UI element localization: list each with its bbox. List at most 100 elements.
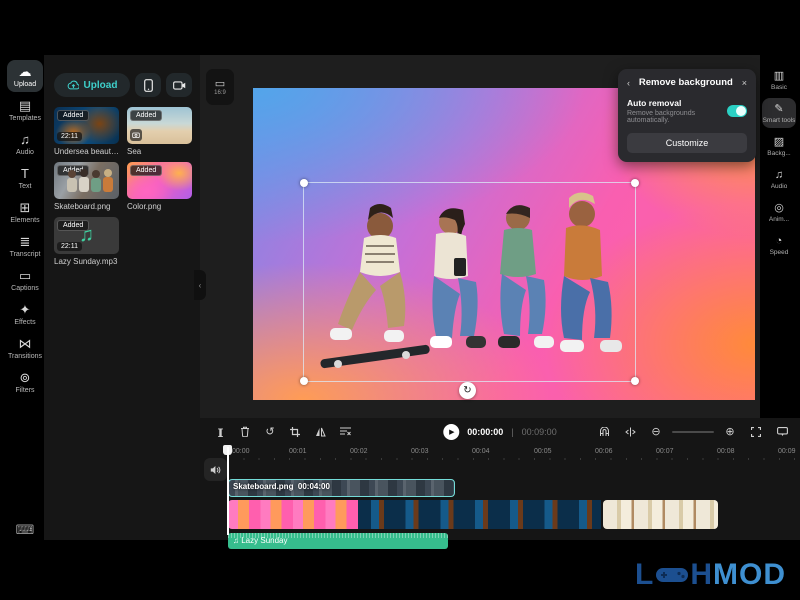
selection-box[interactable] xyxy=(300,179,639,385)
aspect-ratio-button[interactable]: ▭ 16:9 xyxy=(206,69,234,105)
clip-name: Skateboard.png xyxy=(233,482,294,491)
media-card-undersea[interactable]: Added 22:11 Undersea beauty.mp4 xyxy=(54,107,119,156)
clip-audio-lazy-sunday[interactable]: ♫ Lazy Sunday xyxy=(228,533,448,549)
crop-icon xyxy=(290,426,300,437)
remove-background-panel: ‹ Remove background × Auto removal Remov… xyxy=(618,69,756,162)
background-icon: ▨ xyxy=(773,136,785,148)
split-button[interactable]: ][ xyxy=(210,423,230,441)
clip-name: Lazy Sunday xyxy=(241,536,288,545)
sidebar-item-captions[interactable]: ▭ Captions xyxy=(7,264,43,296)
clip-duration: 00:04:00 xyxy=(297,482,330,491)
screen-ratio-icon: ▭ xyxy=(214,77,226,90)
resize-handle-bottom-right[interactable] xyxy=(631,377,639,385)
added-badge: Added xyxy=(130,110,163,121)
tab-background[interactable]: ▨ Backg... xyxy=(762,131,796,161)
media-card-skateboard[interactable]: Added Skateboard.png xyxy=(54,162,119,211)
timeline-toolbar: ][ ↺ ▶ 00:00:00 | 00:09:00 ⊖ ⊕ xyxy=(200,418,800,445)
tab-animation[interactable]: ◎ Anim... xyxy=(762,197,796,227)
upload-row: Upload xyxy=(54,73,192,97)
upload-from-phone-button[interactable] xyxy=(135,73,161,97)
zoom-in-button[interactable]: ⊕ xyxy=(720,423,740,441)
back-button[interactable]: ‹ xyxy=(627,78,630,88)
record-button[interactable] xyxy=(166,73,192,97)
panel-title: Remove background xyxy=(638,77,733,88)
panel-collapse-handle[interactable]: ‹ xyxy=(194,270,206,300)
audio-icon: ♫ xyxy=(20,132,30,147)
tab-speed[interactable]: ◔ Speed xyxy=(762,230,796,260)
sidebar-item-transcript[interactable]: ≣ Transcript xyxy=(7,230,43,262)
caption-tool-button[interactable] xyxy=(335,423,355,441)
tab-audio[interactable]: ♫ Audio xyxy=(762,164,796,194)
music-note-icon: ♫ xyxy=(233,536,239,545)
timeline-panel: ][ ↺ ▶ 00:00:00 | 00:09:00 ⊖ ⊕ 00:00 00:… xyxy=(200,418,800,549)
current-time: 00:00:00 xyxy=(467,426,504,437)
zoom-out-button[interactable]: ⊖ xyxy=(646,423,666,441)
animation-icon: ◎ xyxy=(774,202,784,214)
camera-icon xyxy=(172,80,185,90)
lahmod-watermark: L H MOD xyxy=(635,558,786,591)
media-card-sea[interactable]: Added Sea xyxy=(127,107,192,156)
keyboard-shortcuts-icon[interactable]: ⌨ xyxy=(16,522,35,538)
fullscreen-button[interactable] xyxy=(746,423,766,441)
cloud-upload-icon xyxy=(67,80,79,90)
resize-handle-bottom-left[interactable] xyxy=(300,377,308,385)
media-card-lazy-sunday[interactable]: Added ♫ 22:11 Lazy Sunday.mp3 xyxy=(54,217,119,266)
sidebar-item-elements[interactable]: ⊞ Elements xyxy=(7,196,43,228)
caption-lines-icon xyxy=(339,427,351,436)
sidebar-item-text[interactable]: T Text xyxy=(7,162,43,194)
auto-removal-label: Auto removal xyxy=(627,98,682,108)
timeline-ruler[interactable]: 00:00 00:01 00:02 00:03 00:04 00:05 00:0… xyxy=(200,445,800,463)
media-card-name: Skateboard.png xyxy=(54,202,111,211)
preview-area: ▭ 16:9 ‹ ↻ ‹ Remove background × Auto re… xyxy=(194,55,760,418)
sidebar-item-audio[interactable]: ♫ Audio xyxy=(7,128,43,160)
history-button[interactable]: ↺ xyxy=(260,423,280,441)
sidebar-item-templates[interactable]: ▤ Templates xyxy=(7,94,43,126)
rotate-handle[interactable]: ↻ xyxy=(459,382,476,399)
media-card-color[interactable]: Added Color.png xyxy=(127,162,192,211)
snap-button[interactable] xyxy=(594,423,614,441)
left-sidebar: ☁ Upload ▤ Templates ♫ Audio T Text ⊞ El… xyxy=(6,60,44,538)
sidebar-item-effects[interactable]: ✦ Effects xyxy=(7,298,43,330)
filters-icon: ⊚ xyxy=(19,370,31,385)
close-button[interactable]: × xyxy=(742,78,747,88)
upload-button[interactable]: Upload xyxy=(54,73,130,97)
added-badge: Added xyxy=(57,110,90,121)
image-thumbnail: Added xyxy=(54,162,119,199)
video-thumbnail: Added 22:11 xyxy=(54,107,119,144)
phone-icon xyxy=(143,78,153,92)
sidebar-item-transitions[interactable]: ⋈ Transitions xyxy=(7,332,43,364)
captions-icon: ▭ xyxy=(18,268,32,283)
tab-basic[interactable]: ▥ Basic xyxy=(762,65,796,95)
mirror-button[interactable] xyxy=(310,423,330,441)
resize-handle-top-right[interactable] xyxy=(631,179,639,187)
crop-button[interactable] xyxy=(285,423,305,441)
speed-icon: ◔ xyxy=(775,235,783,247)
basic-icon: ▥ xyxy=(773,70,785,82)
resize-handle-top-left[interactable] xyxy=(300,179,308,187)
tab-smart-tools[interactable]: ✎ Smart tools xyxy=(762,98,796,128)
transitions-icon: ⋈ xyxy=(18,336,32,351)
clip-sea[interactable] xyxy=(603,500,718,529)
clip-undersea[interactable] xyxy=(358,500,601,529)
media-panel: Upload Added 22:11 Undersea beauty.mp4 xyxy=(44,55,200,540)
play-button[interactable]: ▶ xyxy=(443,423,460,440)
preview-display-button[interactable] xyxy=(772,423,792,441)
smart-tools-icon: ✎ xyxy=(774,103,784,115)
sidebar-item-filters[interactable]: ⊚ Filters xyxy=(7,366,43,398)
image-thumbnail: Added xyxy=(127,107,192,144)
fit-timeline-button[interactable] xyxy=(620,423,640,441)
media-card-name: Sea xyxy=(127,147,142,156)
customize-button[interactable]: Customize xyxy=(627,133,747,153)
right-sidebar: ▥ Basic ✎ Smart tools ▨ Backg... ♫ Audio… xyxy=(760,65,798,260)
sidebar-item-upload[interactable]: ☁ Upload xyxy=(7,60,43,92)
total-duration: 00:09:00 xyxy=(521,426,557,437)
auto-removal-toggle[interactable] xyxy=(727,105,747,117)
clip-skateboard[interactable]: Skateboard.png 00:04:00 xyxy=(228,479,455,497)
playhead-line[interactable] xyxy=(227,447,229,535)
delete-button[interactable] xyxy=(235,423,255,441)
media-card-name: Color.png xyxy=(127,202,162,211)
transcript-icon: ≣ xyxy=(19,234,31,249)
clip-color[interactable] xyxy=(228,500,358,529)
zoom-slider[interactable] xyxy=(672,430,714,433)
media-card-name: Undersea beauty.mp4 xyxy=(54,147,119,156)
